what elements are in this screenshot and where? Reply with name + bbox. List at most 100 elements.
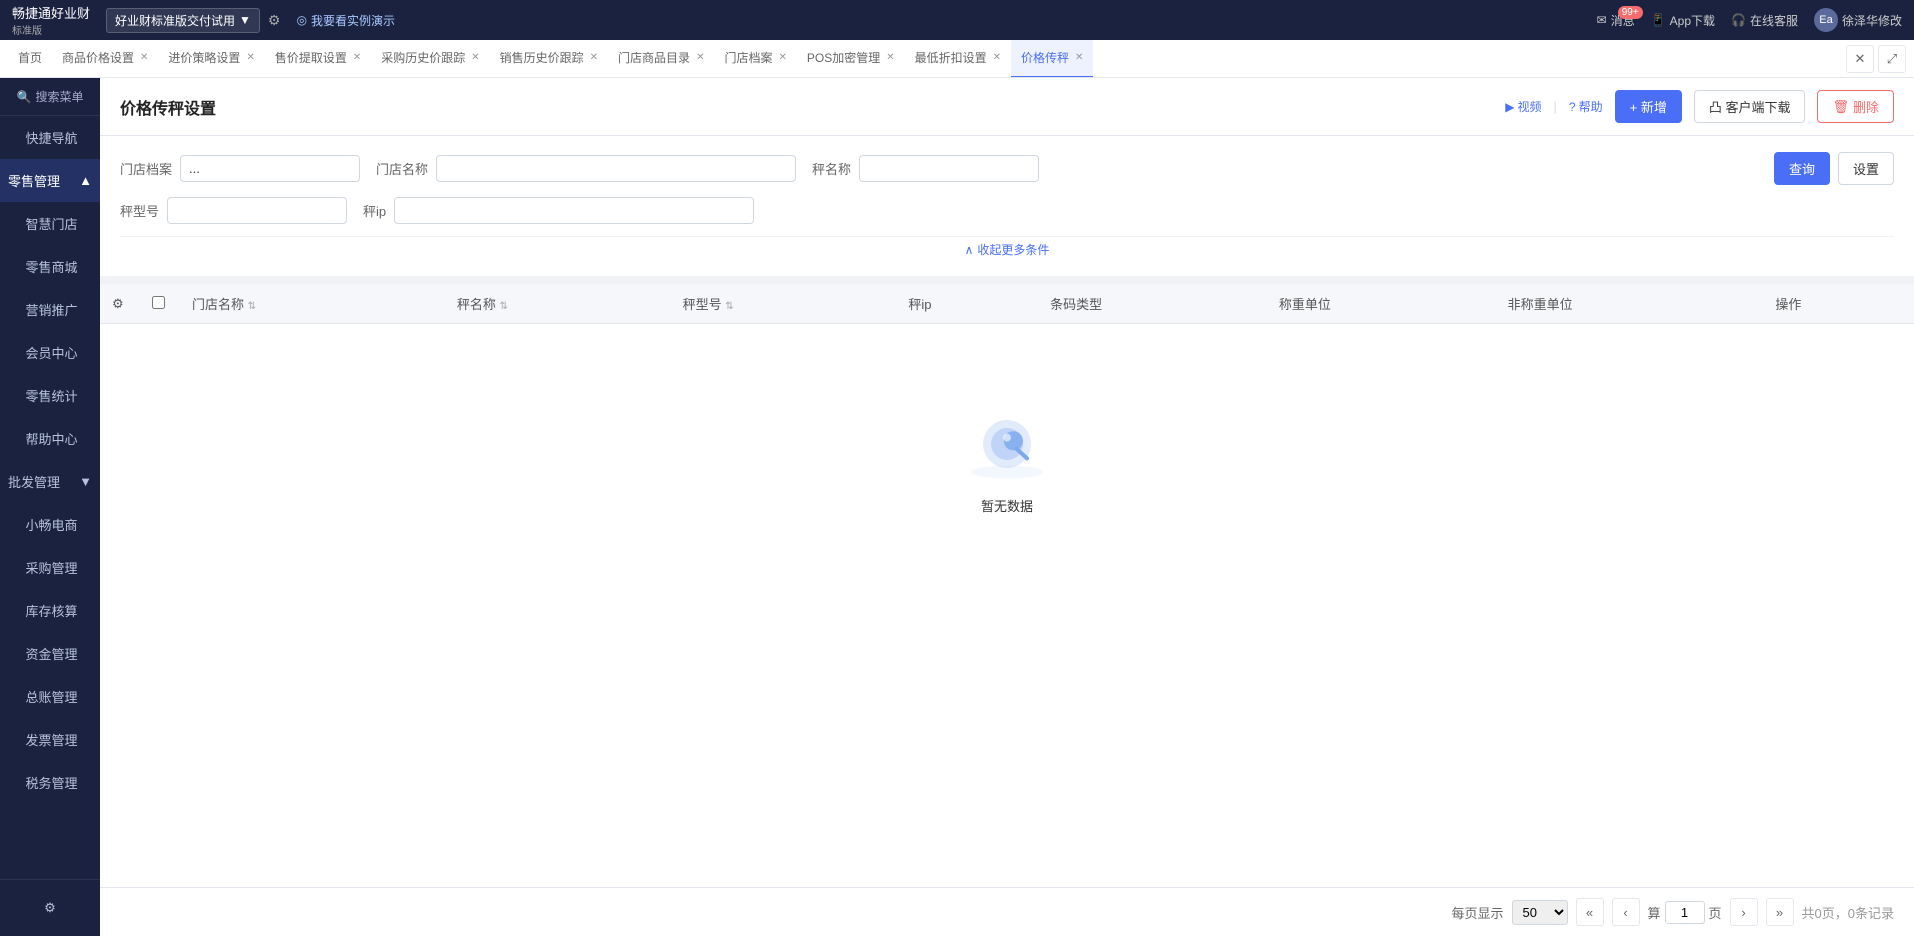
store-name-input[interactable]	[436, 155, 796, 182]
sidebar-item-smart-store[interactable]: 智慧门店	[0, 202, 100, 245]
tab-product-price[interactable]: 商品价格设置 ✕	[52, 40, 158, 78]
next-page-icon: ›	[1741, 905, 1745, 920]
sort-scale-model[interactable]: ⇅	[725, 301, 733, 312]
top-bar: 畅捷通好业财 标准版 好业财标准版交付试用 ▼ ⚙ ◎ 我要看实例演示 ✉ 99…	[0, 0, 1914, 40]
store-file-select[interactable]: ...	[180, 155, 360, 182]
download-button[interactable]: 凸 客户端下载	[1694, 90, 1806, 123]
collapse-label: 收起更多条件	[977, 241, 1049, 258]
last-page-icon: »	[1776, 905, 1783, 920]
sidebar-item-retail-mall[interactable]: 零售商城	[0, 245, 100, 288]
tab-close-purchase-history[interactable]: ✕	[471, 52, 479, 63]
settings-filter-button[interactable]: 设置	[1838, 152, 1894, 185]
tab-close-all-btn[interactable]: ✕	[1846, 45, 1874, 73]
tab-sales-history[interactable]: 销售历史价跟踪 ✕	[490, 40, 608, 78]
message-item[interactable]: ✉ 99+ 消息	[1597, 12, 1635, 29]
demo-icon: ◎	[296, 13, 306, 27]
sidebar-item-inventory[interactable]: 库存核算	[0, 589, 100, 632]
user-initials: Ea	[1819, 14, 1832, 26]
sidebar-item-retail[interactable]: 零售管理 ▲	[0, 159, 100, 202]
sidebar-item-wholesale[interactable]: 批发管理 ▼	[0, 460, 100, 503]
page-input[interactable]	[1665, 901, 1705, 924]
col-settings[interactable]: ⚙	[100, 284, 140, 324]
sidebar-item-marketing[interactable]: 营销推广	[0, 288, 100, 331]
tab-purchase-strategy[interactable]: 进价策略设置 ✕	[158, 40, 264, 78]
sidebar-item-invoice[interactable]: 发票管理	[0, 718, 100, 761]
tab-close-pos[interactable]: ✕	[886, 52, 894, 63]
headset-icon: 🎧	[1731, 13, 1746, 27]
sidebar-smart-store-label: 智慧门店	[25, 214, 77, 233]
sidebar-gear-btn[interactable]: ⚙	[0, 890, 100, 926]
tab-price-scale[interactable]: 价格传秤 ✕	[1011, 40, 1093, 78]
query-button[interactable]: 查询	[1774, 152, 1830, 185]
app-download-item[interactable]: 📱 App下载	[1651, 12, 1715, 29]
sidebar-item-member[interactable]: 会员中心	[0, 331, 100, 374]
col-checkbox[interactable]	[140, 284, 180, 324]
tab-purchase-history[interactable]: 采购历史价跟踪 ✕	[371, 40, 489, 78]
sidebar-member-label: 会员中心	[25, 343, 77, 362]
tab-close-min-discount[interactable]: ✕	[993, 52, 1001, 63]
tab-store-catalog[interactable]: 门店商品目录 ✕	[608, 40, 714, 78]
sidebar-item-retail-stats[interactable]: 零售统计	[0, 374, 100, 417]
first-page-btn[interactable]: «	[1576, 898, 1604, 926]
last-page-btn[interactable]: »	[1766, 898, 1794, 926]
tab-close-store-file[interactable]: ✕	[778, 52, 786, 63]
tab-close-sale-price[interactable]: ✕	[353, 52, 361, 63]
demo-link[interactable]: ◎ 我要看实例演示	[296, 12, 395, 29]
tab-pos[interactable]: POS加密管理 ✕	[797, 40, 905, 78]
sidebar-item-ecommerce[interactable]: 小畅电商	[0, 503, 100, 546]
version-selector[interactable]: 好业财标准版交付试用 ▼	[106, 8, 260, 33]
select-all-checkbox[interactable]	[152, 296, 165, 309]
tab-sale-price[interactable]: 售价提取设置 ✕	[265, 40, 371, 78]
video-link[interactable]: ▶ 视频	[1505, 98, 1541, 115]
settings-icon[interactable]: ⚙	[268, 12, 281, 29]
add-button[interactable]: + 新增	[1615, 90, 1682, 123]
help-label: 帮助	[1579, 98, 1603, 115]
tab-home[interactable]: 首页	[8, 40, 52, 78]
sidebar-search[interactable]: 🔍 搜索菜单	[0, 78, 100, 116]
filter-scale-model: 秤型号	[120, 197, 347, 224]
online-service-item[interactable]: 🎧 在线客服	[1731, 12, 1798, 29]
help-link[interactable]: ? 帮助	[1569, 98, 1603, 115]
store-name-label: 门店名称	[376, 159, 428, 178]
tab-close-store-catalog[interactable]: ✕	[696, 52, 704, 63]
tab-close-product-price[interactable]: ✕	[140, 52, 148, 63]
scale-name-input[interactable]	[859, 155, 1039, 182]
sidebar-ledger-label: 总账管理	[25, 687, 77, 706]
tab-expand-btn[interactable]: ⤢	[1878, 45, 1906, 73]
video-label: 视频	[1518, 98, 1542, 115]
sidebar-invoice-label: 发票管理	[25, 730, 77, 749]
collapse-more[interactable]: ∧ 收起更多条件	[120, 236, 1894, 268]
sidebar-wholesale-arrow: ▼	[79, 474, 92, 489]
gear-icon: ⚙	[44, 900, 56, 916]
demo-link-text: 我要看实例演示	[311, 12, 395, 29]
sidebar-item-purchase[interactable]: 采购管理	[0, 546, 100, 589]
sort-store-name[interactable]: ⇅	[248, 301, 256, 312]
pagination-page: 算 页	[1648, 901, 1722, 924]
per-page-select[interactable]: 50 10 20 100	[1512, 900, 1568, 925]
store-file-placeholder: ...	[189, 161, 200, 176]
tab-close-purchase-strategy[interactable]: ✕	[246, 52, 254, 63]
sidebar-item-tax[interactable]: 税务管理	[0, 761, 100, 804]
scale-name-label: 秤名称	[812, 159, 851, 178]
sidebar-item-quick-nav[interactable]: 快捷导航	[0, 116, 100, 159]
user-info[interactable]: Ea 徐泽华修改	[1814, 8, 1902, 32]
tab-close-sales-history[interactable]: ✕	[590, 52, 598, 63]
tab-close-price-scale[interactable]: ✕	[1075, 52, 1083, 63]
tab-min-discount[interactable]: 最低折扣设置 ✕	[905, 40, 1011, 78]
col-barcode-type: 条码类型	[1038, 284, 1267, 324]
col-scale-name: 秤名称 ⇅	[445, 284, 671, 324]
sidebar-item-ledger[interactable]: 总账管理	[0, 675, 100, 718]
filter-row-2: 秤型号 秤ip	[120, 197, 1894, 224]
delete-button[interactable]: 🗑 删除	[1817, 90, 1894, 123]
scale-ip-input[interactable]	[394, 197, 754, 224]
sidebar-item-help[interactable]: 帮助中心	[0, 417, 100, 460]
filter-scale-ip: 秤ip	[363, 197, 754, 224]
tab-store-file[interactable]: 门店档案 ✕	[714, 40, 796, 78]
sidebar-retail-label: 零售管理	[8, 171, 60, 190]
next-page-btn[interactable]: ›	[1730, 898, 1758, 926]
sort-scale-name[interactable]: ⇅	[500, 301, 508, 312]
sidebar-item-finance[interactable]: 资金管理	[0, 632, 100, 675]
scale-model-input[interactable]	[167, 197, 347, 224]
prev-page-btn[interactable]: ‹	[1612, 898, 1640, 926]
main-layout: 🔍 搜索菜单 快捷导航 零售管理 ▲ 智慧门店 零售商城 营销推广 会员中心 零…	[0, 78, 1914, 936]
